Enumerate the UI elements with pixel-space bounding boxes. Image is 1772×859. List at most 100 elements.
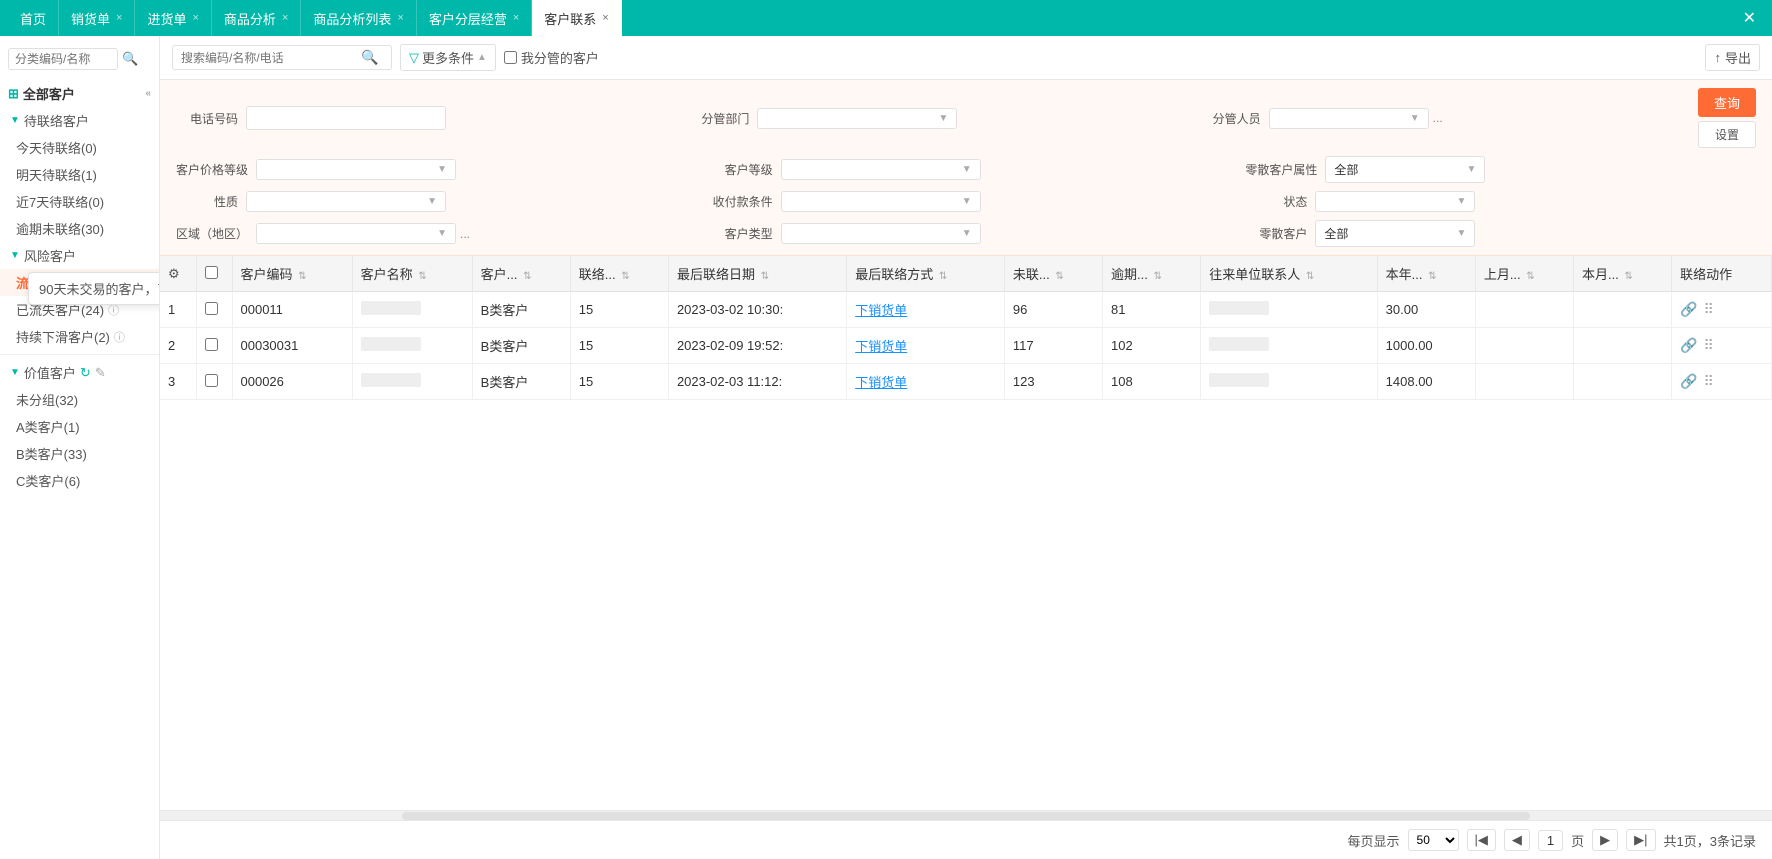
tab-sales-order[interactable]: 销货单 × (59, 0, 135, 36)
query-button[interactable]: 查询 (1698, 88, 1756, 117)
sidebar-item-tomorrow[interactable]: 明天待联络(1) (0, 161, 159, 188)
filter-scatter-attr-select[interactable]: 全部 ▼ (1325, 156, 1485, 183)
first-page-button[interactable]: |◀ (1467, 829, 1496, 851)
sidebar-item-class-c[interactable]: C类客户(6) (0, 467, 159, 494)
filter-nature-select[interactable]: ▼ (246, 191, 446, 212)
th-unlinked[interactable]: 未联... ⇅ (1004, 256, 1102, 292)
cell-method-2[interactable]: 下销货单 (847, 364, 1005, 400)
filter-payment-select[interactable]: ▼ (781, 191, 981, 212)
row-checkbox-0[interactable] (205, 302, 218, 315)
filter-status-select[interactable]: ▼ (1315, 191, 1475, 212)
action-more-icon-2[interactable]: ⠿ (1704, 373, 1714, 390)
close-product-analysis-icon[interactable]: × (282, 12, 288, 24)
close-product-analysis-list-icon[interactable]: × (397, 12, 403, 24)
th-customer-code[interactable]: 客户编码 ⇅ (232, 256, 352, 292)
value-group-refresh-icon[interactable]: ↻ (80, 365, 91, 381)
action-more-icon-0[interactable]: ⠿ (1704, 301, 1714, 318)
sidebar-all-customers[interactable]: ⊞ 全部客户 « (0, 80, 159, 107)
select-all-checkbox[interactable] (205, 266, 218, 279)
th-customer-name[interactable]: 客户名称 ⇅ (352, 256, 472, 292)
filter-region-more[interactable]: ... (460, 227, 470, 241)
filter-phone-input[interactable] (246, 106, 446, 130)
tab-home[interactable]: 首页 (8, 0, 59, 36)
th-overdue[interactable]: 逾期... ⇅ (1103, 256, 1201, 292)
close-customer-tiering-icon[interactable]: × (513, 12, 519, 24)
window-close-button[interactable]: ✕ (1735, 8, 1764, 28)
column-settings-icon[interactable]: ⚙ (168, 266, 180, 281)
cell-check-0[interactable] (196, 292, 232, 328)
action-link-icon-1[interactable]: 🔗 (1680, 337, 1697, 354)
filter-dept-select[interactable]: ▼ (757, 108, 957, 129)
cell-method-0[interactable]: 下销货单 (847, 292, 1005, 328)
last-page-button[interactable]: ▶| (1626, 829, 1655, 851)
tab-product-analysis-list[interactable]: 商品分析列表 × (301, 0, 416, 36)
th-customer-type[interactable]: 客户... ⇅ (472, 256, 570, 292)
tab-customer-tiering[interactable]: 客户分层经营 × (417, 0, 532, 36)
filter-price-grade-select[interactable]: ▼ (256, 159, 456, 180)
sidebar-item-today[interactable]: 今天待联络(0) (0, 134, 159, 161)
action-link-icon-0[interactable]: 🔗 (1680, 301, 1697, 318)
th-this-year[interactable]: 本年... ⇅ (1377, 256, 1475, 292)
filter-manager-select[interactable]: ▼ (1269, 108, 1429, 129)
value-group-edit-icon[interactable]: ✎ (95, 365, 106, 381)
filter-manager-more[interactable]: ... (1433, 111, 1443, 125)
filter-region-select[interactable]: ▼ (256, 223, 456, 244)
action-link-icon-2[interactable]: 🔗 (1680, 373, 1697, 390)
prev-page-button[interactable]: ◀ (1504, 829, 1530, 851)
filter-customer-type-field: 客户类型 ▼ (711, 223, 1222, 244)
filter-customer-type-select[interactable]: ▼ (781, 223, 981, 244)
settings-button[interactable]: 设置 (1698, 121, 1756, 148)
search-bar: 🔍 ▽ 更多条件 ▲ 我分管的客户 ↑ 导出 (160, 36, 1772, 80)
sidebar-item-class-b[interactable]: B类客户(33) (0, 440, 159, 467)
th-contact[interactable]: 联络... ⇅ (570, 256, 668, 292)
sidebar-group-risk[interactable]: ▼ 风险客户 (0, 242, 159, 269)
filter-scatter-customer-select[interactable]: 全部 ▼ (1315, 220, 1475, 247)
tab-customer-contact[interactable]: 客户联系 × (532, 0, 621, 36)
horizontal-scrollbar[interactable] (160, 810, 1772, 820)
cell-unlinked-2: 123 (1004, 364, 1102, 400)
sidebar-item-7days[interactable]: 近7天待联络(0) (0, 188, 159, 215)
sidebar-search-input[interactable] (8, 48, 118, 70)
sidebar-search-icon[interactable]: 🔍 (122, 51, 138, 67)
cell-unit-contact-0 (1201, 292, 1377, 328)
my-customers-checkbox-label[interactable]: 我分管的客户 (504, 48, 599, 67)
cell-check-1[interactable] (196, 328, 232, 364)
per-page-select[interactable]: 50 100 200 (1408, 829, 1459, 851)
cell-unlinked-1: 117 (1004, 328, 1102, 364)
cell-this-year-2: 1408.00 (1377, 364, 1475, 400)
action-more-icon-1[interactable]: ⠿ (1704, 337, 1714, 354)
cell-method-1[interactable]: 下销货单 (847, 328, 1005, 364)
sidebar-item-ungrouped[interactable]: 未分组(32) (0, 386, 159, 413)
table-container: ⚙ 客户编码 ⇅ 客户名称 ⇅ (160, 256, 1772, 810)
tab-purchase-order[interactable]: 进货单 × (135, 0, 211, 36)
sidebar-item-declining[interactable]: 持续下滑客户(2) ⓘ (0, 323, 159, 350)
row-checkbox-2[interactable] (205, 374, 218, 387)
top-bar: 首页 销货单 × 进货单 × 商品分析 × 商品分析列表 × 客户分层经营 × … (0, 0, 1772, 36)
th-this-month[interactable]: 本月... ⇅ (1573, 256, 1671, 292)
filter-manager-caret-icon: ▼ (1410, 113, 1420, 124)
sidebar-group-value[interactable]: ▼ 价值客户 ↻ ✎ (0, 359, 159, 386)
filter-grade-select[interactable]: ▼ (781, 159, 981, 180)
close-sales-order-icon[interactable]: × (116, 12, 122, 24)
row-checkbox-1[interactable] (205, 338, 218, 351)
th-unit-contact[interactable]: 往来单位联系人 ⇅ (1201, 256, 1377, 292)
cell-check-2[interactable] (196, 364, 232, 400)
sidebar-collapse-icon[interactable]: « (145, 88, 151, 99)
close-customer-contact-icon[interactable]: × (602, 12, 608, 24)
sidebar-group-pending[interactable]: ▼ 待联络客户 (0, 107, 159, 134)
th-last-contact-date[interactable]: 最后联络日期 ⇅ (668, 256, 846, 292)
sidebar-item-overdue-contact[interactable]: 逾期未联络(30) (0, 215, 159, 242)
th-last-month[interactable]: 上月... ⇅ (1475, 256, 1573, 292)
main-search-icon[interactable]: 🔍 (361, 49, 378, 66)
tab-product-analysis[interactable]: 商品分析 × (212, 0, 301, 36)
churn-tooltip: 90天未交易的客户，可能有流失风险。 (28, 272, 160, 305)
close-purchase-order-icon[interactable]: × (192, 12, 198, 24)
my-customers-checkbox[interactable] (504, 51, 517, 64)
more-filters-button[interactable]: ▽ 更多条件 ▲ (400, 44, 496, 71)
th-settings[interactable]: ⚙ (160, 256, 196, 292)
th-last-contact-method[interactable]: 最后联络方式 ⇅ (847, 256, 1005, 292)
sidebar-item-class-a[interactable]: A类客户(1) (0, 413, 159, 440)
main-search-input[interactable] (181, 51, 361, 65)
next-page-button[interactable]: ▶ (1592, 829, 1618, 851)
export-button[interactable]: ↑ 导出 (1705, 44, 1760, 71)
